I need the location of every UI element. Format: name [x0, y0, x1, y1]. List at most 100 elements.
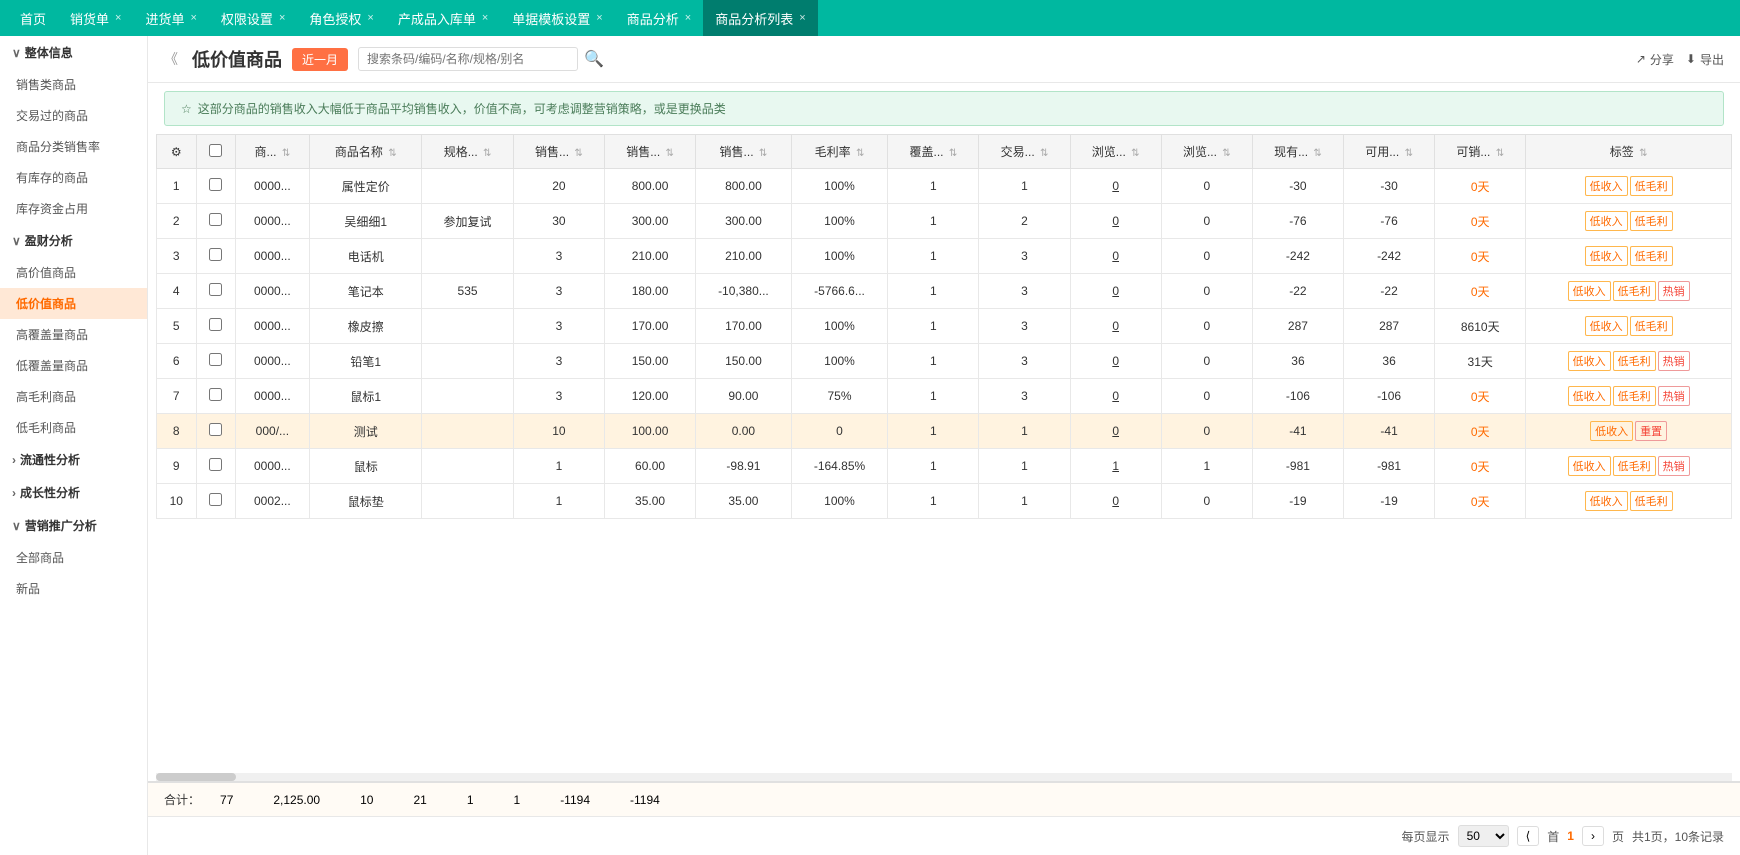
browse-link[interactable]: 0 — [1112, 319, 1119, 333]
sidebar-item-low-coverage[interactable]: 低覆盖量商品 — [0, 350, 147, 381]
export-button[interactable]: ⬇ 导出 — [1686, 51, 1724, 68]
col-cover[interactable]: 覆盖... ⇅ — [888, 135, 979, 169]
nav-permissions[interactable]: 权限设置 × — [209, 0, 297, 36]
next-page-button[interactable]: › — [1582, 826, 1604, 846]
scrollbar-thumb[interactable] — [156, 773, 236, 781]
cell-browse1[interactable]: 0 — [1070, 169, 1161, 204]
browse-link[interactable]: 0 — [1112, 389, 1119, 403]
browse-link[interactable]: 0 — [1112, 494, 1119, 508]
sidebar-item-category-rate[interactable]: 商品分类销售率 — [0, 131, 147, 162]
sidebar-group-marketing[interactable]: ∨ 营销推广分析 — [0, 509, 147, 542]
table-container[interactable]: ⚙ 商... ⇅ 商品名称 ⇅ 规格... ⇅ 销售... ⇅ 销售... ⇅ … — [148, 134, 1740, 773]
sidebar-item-traded-products[interactable]: 交易过的商品 — [0, 100, 147, 131]
sidebar-item-high-value[interactable]: 高价值商品 — [0, 257, 147, 288]
sidebar-item-high-coverage[interactable]: 高覆盖量商品 — [0, 319, 147, 350]
sidebar-item-new-products[interactable]: 新品 — [0, 573, 147, 604]
sidebar-collapse-button[interactable]: 《 — [164, 49, 178, 69]
cell-checkbox[interactable] — [196, 344, 235, 379]
cell-checkbox[interactable] — [196, 484, 235, 519]
nav-template-settings[interactable]: 单据模板设置 × — [500, 0, 614, 36]
page-size-select[interactable]: 50 100 — [1458, 825, 1509, 847]
sidebar-group-profit[interactable]: ∨ 盈财分析 — [0, 224, 147, 257]
col-spec[interactable]: 规格... ⇅ — [422, 135, 514, 169]
browse-link[interactable]: 0 — [1112, 249, 1119, 263]
col-sellable[interactable]: 可销... ⇅ — [1435, 135, 1526, 169]
cell-browse1[interactable]: 0 — [1070, 344, 1161, 379]
sidebar-item-sales-products[interactable]: 销售类商品 — [0, 69, 147, 100]
col-browse2[interactable]: 浏览... ⇅ — [1161, 135, 1252, 169]
row-checkbox[interactable] — [209, 213, 222, 226]
row-checkbox[interactable] — [209, 423, 222, 436]
close-icon[interactable]: × — [482, 12, 488, 24]
col-setting[interactable]: ⚙ — [157, 135, 197, 169]
sidebar-group-growth[interactable]: › 成长性分析 — [0, 476, 147, 509]
cell-checkbox[interactable] — [196, 414, 235, 449]
sidebar-item-low-value[interactable]: 低价值商品 — [0, 288, 147, 319]
search-icon[interactable]: 🔍 — [584, 49, 604, 69]
sidebar-item-inventory-fund[interactable]: 库存资金占用 — [0, 193, 147, 224]
cell-browse1[interactable]: 0 — [1070, 274, 1161, 309]
filter-period-button[interactable]: 近一月 — [292, 48, 348, 71]
browse-link[interactable]: 0 — [1112, 179, 1119, 193]
cell-checkbox[interactable] — [196, 169, 235, 204]
nav-sales[interactable]: 销货单 × — [58, 0, 133, 36]
sidebar-item-stocked-products[interactable]: 有库存的商品 — [0, 162, 147, 193]
col-trade[interactable]: 交易... ⇅ — [979, 135, 1070, 169]
first-page-button[interactable]: ⟨ — [1517, 826, 1540, 846]
cell-browse1[interactable]: 0 — [1070, 309, 1161, 344]
horizontal-scrollbar[interactable] — [156, 773, 1732, 781]
cell-checkbox[interactable] — [196, 379, 235, 414]
cell-browse1[interactable]: 0 — [1070, 414, 1161, 449]
nav-purchase[interactable]: 进货单 × — [133, 0, 208, 36]
row-checkbox[interactable] — [209, 318, 222, 331]
nav-role-auth[interactable]: 角色授权 × — [297, 0, 385, 36]
col-name[interactable]: 商品名称 ⇅ — [310, 135, 422, 169]
nav-home[interactable]: 首页 — [8, 0, 58, 36]
sidebar-item-high-margin[interactable]: 高毛利商品 — [0, 381, 147, 412]
close-icon[interactable]: × — [596, 12, 602, 24]
browse-link[interactable]: 0 — [1112, 424, 1119, 438]
cell-checkbox[interactable] — [196, 204, 235, 239]
nav-product-analysis-list[interactable]: 商品分析列表 × — [703, 0, 817, 36]
cell-checkbox[interactable] — [196, 239, 235, 274]
row-checkbox[interactable] — [209, 178, 222, 191]
col-sales1[interactable]: 销售... ⇅ — [513, 135, 604, 169]
col-checkbox[interactable] — [196, 135, 235, 169]
close-icon[interactable]: × — [115, 12, 121, 24]
col-available[interactable]: 可用... ⇅ — [1344, 135, 1435, 169]
row-checkbox[interactable] — [209, 353, 222, 366]
cell-browse1[interactable]: 1 — [1070, 449, 1161, 484]
row-checkbox[interactable] — [209, 248, 222, 261]
col-browse1[interactable]: 浏览... ⇅ — [1070, 135, 1161, 169]
select-all-checkbox[interactable] — [209, 144, 222, 157]
nav-product-analysis[interactable]: 商品分析 × — [615, 0, 703, 36]
browse-link[interactable]: 1 — [1112, 459, 1119, 473]
col-sales3[interactable]: 销售... ⇅ — [696, 135, 792, 169]
browse-link[interactable]: 0 — [1112, 354, 1119, 368]
nav-product-inbound[interactable]: 产成品入库单 × — [386, 0, 500, 36]
col-current[interactable]: 现有... ⇅ — [1252, 135, 1343, 169]
sidebar-item-low-margin[interactable]: 低毛利商品 — [0, 412, 147, 443]
search-input[interactable] — [358, 47, 578, 71]
share-button[interactable]: ↗ 分享 — [1636, 51, 1674, 68]
browse-link[interactable]: 0 — [1112, 214, 1119, 228]
cell-checkbox[interactable] — [196, 309, 235, 344]
row-checkbox[interactable] — [209, 388, 222, 401]
close-icon[interactable]: × — [367, 12, 373, 24]
close-icon[interactable]: × — [279, 12, 285, 24]
cell-browse1[interactable]: 0 — [1070, 379, 1161, 414]
col-margin[interactable]: 毛利率 ⇅ — [791, 135, 888, 169]
col-tags[interactable]: 标签 ⇅ — [1526, 135, 1732, 169]
col-code[interactable]: 商... ⇅ — [235, 135, 310, 169]
sidebar-group-overall[interactable]: ∨ 整体信息 — [0, 36, 147, 69]
sidebar-group-circulation[interactable]: › 流通性分析 — [0, 443, 147, 476]
browse-link[interactable]: 0 — [1112, 284, 1119, 298]
row-checkbox[interactable] — [209, 458, 222, 471]
cell-browse1[interactable]: 0 — [1070, 204, 1161, 239]
close-icon[interactable]: × — [799, 12, 805, 24]
sidebar-item-all-products[interactable]: 全部商品 — [0, 542, 147, 573]
cell-checkbox[interactable] — [196, 274, 235, 309]
cell-browse1[interactable]: 0 — [1070, 239, 1161, 274]
row-checkbox[interactable] — [209, 283, 222, 296]
cell-checkbox[interactable] — [196, 449, 235, 484]
